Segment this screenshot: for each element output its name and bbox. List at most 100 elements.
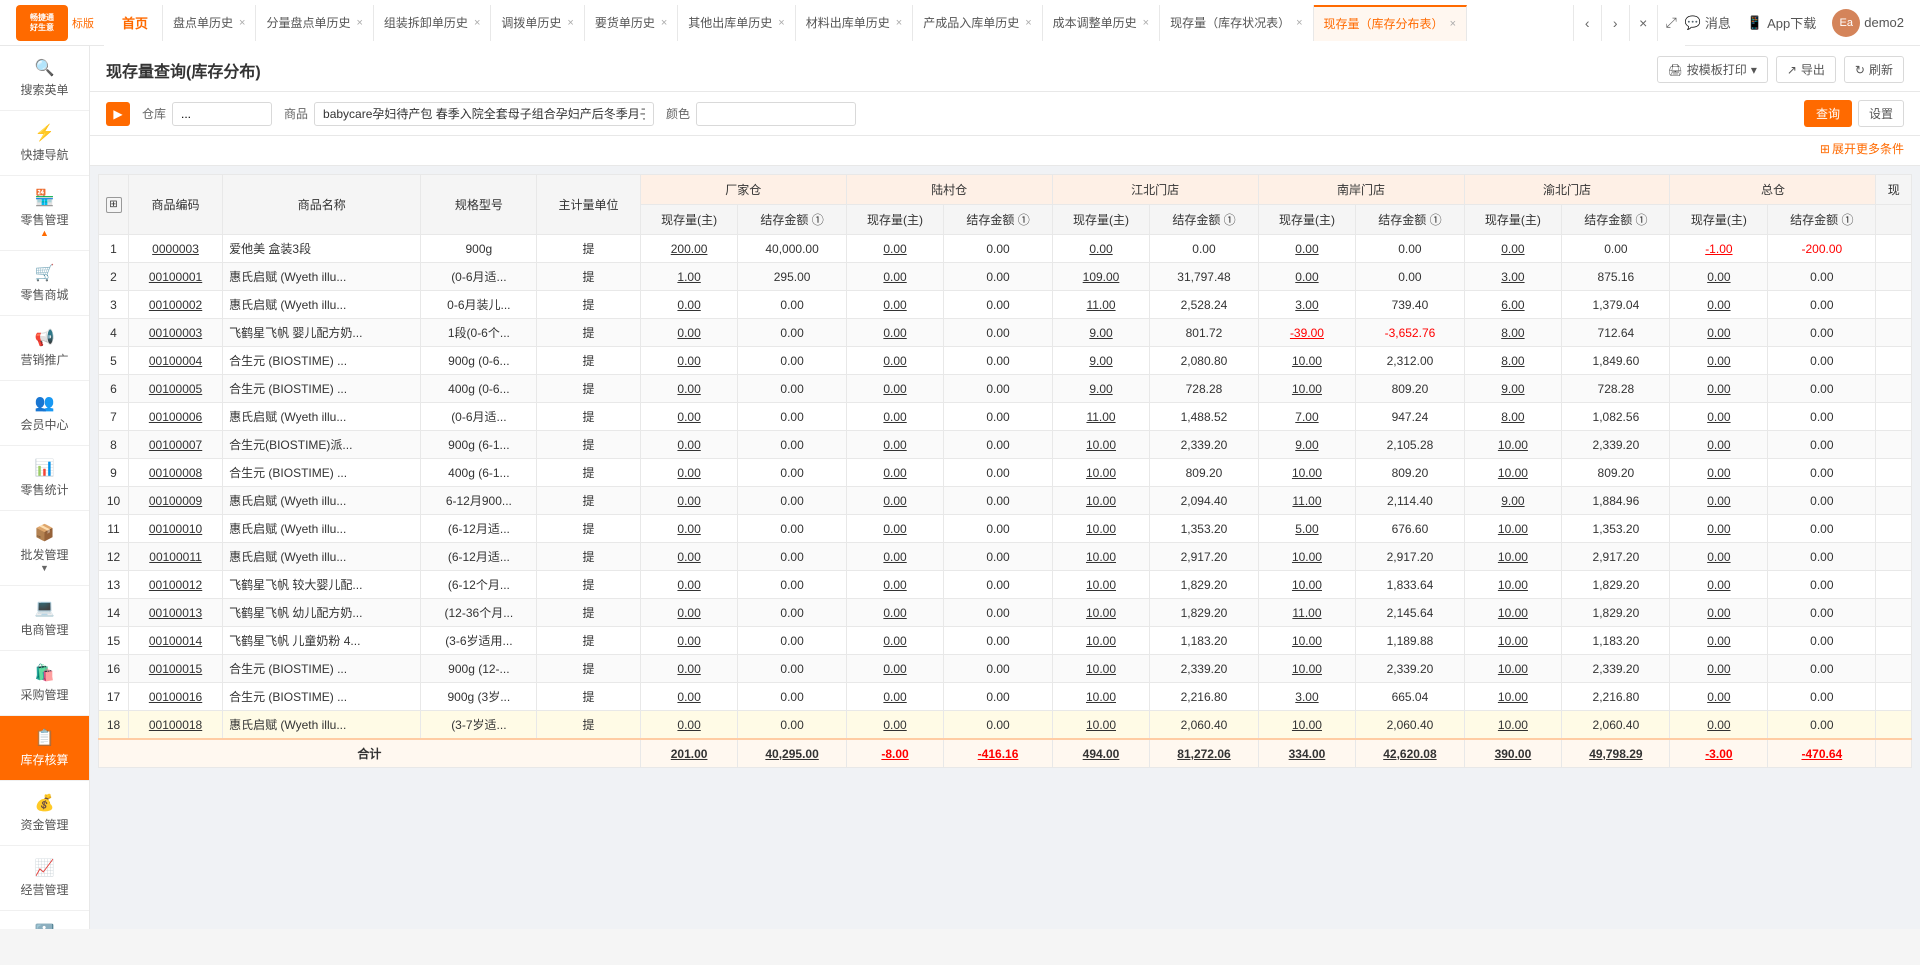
tab-6[interactable]: 其他出库单历史 ×	[678, 5, 795, 41]
row-ybmd-qty[interactable]: 8.00	[1464, 319, 1562, 347]
sidebar-item-inventory[interactable]: 📋 库存核算	[0, 716, 89, 781]
row-total-qty[interactable]: 0.00	[1670, 599, 1768, 627]
close-icon[interactable]: ×	[896, 17, 902, 29]
row-lcc-qty[interactable]: 0.00	[846, 487, 944, 515]
row-namd-qty[interactable]: 10.00	[1258, 543, 1356, 571]
row-cjc-qty[interactable]: 1.00	[640, 263, 738, 291]
row-jbmd-qty[interactable]: 10.00	[1052, 599, 1150, 627]
row-lcc-qty[interactable]: 0.00	[846, 683, 944, 711]
row-cjc-qty[interactable]: 0.00	[640, 655, 738, 683]
row-cjc-qty[interactable]: 0.00	[640, 571, 738, 599]
row-total-qty[interactable]: 0.00	[1670, 375, 1768, 403]
row-total-qty[interactable]: 0.00	[1670, 403, 1768, 431]
row-jbmd-qty[interactable]: 109.00	[1052, 263, 1150, 291]
row-ybmd-qty[interactable]: 0.00	[1464, 235, 1562, 263]
row-ybmd-qty[interactable]: 8.00	[1464, 403, 1562, 431]
row-jbmd-qty[interactable]: 10.00	[1052, 459, 1150, 487]
row-code[interactable]: 00100005	[129, 375, 223, 403]
row-code[interactable]: 00100004	[129, 347, 223, 375]
row-cjc-qty[interactable]: 0.00	[640, 319, 738, 347]
row-code[interactable]: 00100002	[129, 291, 223, 319]
row-cjc-qty[interactable]: 0.00	[640, 347, 738, 375]
row-ybmd-qty[interactable]: 9.00	[1464, 375, 1562, 403]
row-namd-qty[interactable]: 7.00	[1258, 403, 1356, 431]
row-code[interactable]: 00100012	[129, 571, 223, 599]
sidebar-item-retail[interactable]: 🏪 零售管理 ▲	[0, 176, 89, 251]
row-lcc-qty[interactable]: 0.00	[846, 543, 944, 571]
row-total-qty[interactable]: 0.00	[1670, 571, 1768, 599]
sidebar-item-operations[interactable]: 📈 经营管理	[0, 846, 89, 911]
sidebar-item-basic[interactable]: ℹ️ 基础信息	[0, 911, 89, 929]
row-lcc-qty[interactable]: 0.00	[846, 627, 944, 655]
row-jbmd-qty[interactable]: 11.00	[1052, 291, 1150, 319]
row-total-qty[interactable]: 0.00	[1670, 319, 1768, 347]
row-jbmd-qty[interactable]: 10.00	[1052, 543, 1150, 571]
tab-4[interactable]: 调拨单历史 ×	[491, 5, 584, 41]
sidebar-item-finance[interactable]: 💰 资金管理	[0, 781, 89, 846]
close-icon[interactable]: ×	[239, 17, 245, 29]
tab-prev-btn[interactable]: ‹	[1573, 5, 1601, 41]
row-ybmd-qty[interactable]: 10.00	[1464, 543, 1562, 571]
row-jbmd-qty[interactable]: 9.00	[1052, 319, 1150, 347]
row-jbmd-qty[interactable]: 11.00	[1052, 403, 1150, 431]
row-cjc-qty[interactable]: 0.00	[640, 543, 738, 571]
col-settings-icon[interactable]: ⊞	[106, 197, 122, 213]
row-total-qty[interactable]: 0.00	[1670, 347, 1768, 375]
close-icon[interactable]: ×	[778, 17, 784, 29]
row-total-qty[interactable]: 0.00	[1670, 291, 1768, 319]
row-cjc-qty[interactable]: 0.00	[640, 375, 738, 403]
row-total-qty[interactable]: 0.00	[1670, 263, 1768, 291]
tab-11-active[interactable]: 现存量（库存分布表） ×	[1314, 5, 1467, 41]
row-namd-qty[interactable]: 10.00	[1258, 571, 1356, 599]
row-code[interactable]: 00100018	[129, 711, 223, 740]
row-namd-qty[interactable]: 10.00	[1258, 711, 1356, 740]
sidebar-item-wholesale[interactable]: 📦 批发管理 ▼	[0, 511, 89, 586]
row-jbmd-qty[interactable]: 10.00	[1052, 683, 1150, 711]
sidebar-item-mall[interactable]: 🛒 零售商城	[0, 251, 89, 316]
row-cjc-qty[interactable]: 0.00	[640, 599, 738, 627]
row-code[interactable]: 00100003	[129, 319, 223, 347]
row-jbmd-qty[interactable]: 9.00	[1052, 375, 1150, 403]
sidebar-item-ecommerce[interactable]: 💻 电商管理	[0, 586, 89, 651]
row-total-qty[interactable]: 0.00	[1670, 431, 1768, 459]
app-download-btn[interactable]: 📱 App下载	[1747, 13, 1816, 32]
sidebar-item-quicknav[interactable]: ⚡ 快捷导航	[0, 111, 89, 176]
tab-next-btn[interactable]: ›	[1601, 5, 1629, 41]
row-namd-qty[interactable]: 0.00	[1258, 263, 1356, 291]
sidebar-item-search[interactable]: 🔍 搜索英单	[0, 46, 89, 111]
row-namd-qty[interactable]: 10.00	[1258, 655, 1356, 683]
row-cjc-qty[interactable]: 0.00	[640, 431, 738, 459]
row-total-qty[interactable]: 0.00	[1670, 543, 1768, 571]
query-btn[interactable]: 查询	[1804, 100, 1852, 127]
row-lcc-qty[interactable]: 0.00	[846, 599, 944, 627]
tab-10[interactable]: 现存量（库存状况表） ×	[1160, 5, 1313, 41]
row-lcc-qty[interactable]: 0.00	[846, 711, 944, 740]
row-ybmd-qty[interactable]: 10.00	[1464, 571, 1562, 599]
refresh-btn[interactable]: ↻ 刷新	[1844, 56, 1904, 83]
row-namd-qty[interactable]: 3.00	[1258, 683, 1356, 711]
message-btn[interactable]: 💬 消息	[1685, 13, 1731, 32]
row-ybmd-qty[interactable]: 10.00	[1464, 459, 1562, 487]
row-total-qty[interactable]: 0.00	[1670, 655, 1768, 683]
row-cjc-qty[interactable]: 0.00	[640, 487, 738, 515]
row-cjc-qty[interactable]: 0.00	[640, 711, 738, 740]
row-jbmd-qty[interactable]: 0.00	[1052, 235, 1150, 263]
row-lcc-qty[interactable]: 0.00	[846, 235, 944, 263]
tab-1[interactable]: 盘点单历史 ×	[163, 5, 256, 41]
row-code[interactable]: 00100001	[129, 263, 223, 291]
close-icon[interactable]: ×	[1296, 17, 1302, 29]
row-code[interactable]: 00100014	[129, 627, 223, 655]
row-total-qty[interactable]: 0.00	[1670, 515, 1768, 543]
row-ybmd-qty[interactable]: 6.00	[1464, 291, 1562, 319]
row-cjc-qty[interactable]: 0.00	[640, 683, 738, 711]
row-namd-qty[interactable]: 10.00	[1258, 627, 1356, 655]
row-total-qty[interactable]: 0.00	[1670, 459, 1768, 487]
close-icon[interactable]: ×	[474, 17, 480, 29]
row-cjc-qty[interactable]: 200.00	[640, 235, 738, 263]
row-lcc-qty[interactable]: 0.00	[846, 291, 944, 319]
row-code[interactable]: 0000003	[129, 235, 223, 263]
row-lcc-qty[interactable]: 0.00	[846, 655, 944, 683]
tab-2[interactable]: 分量盘点单历史 ×	[256, 5, 373, 41]
tab-expand-btn[interactable]: ⤢	[1657, 5, 1685, 41]
row-total-qty[interactable]: -1.00	[1670, 235, 1768, 263]
